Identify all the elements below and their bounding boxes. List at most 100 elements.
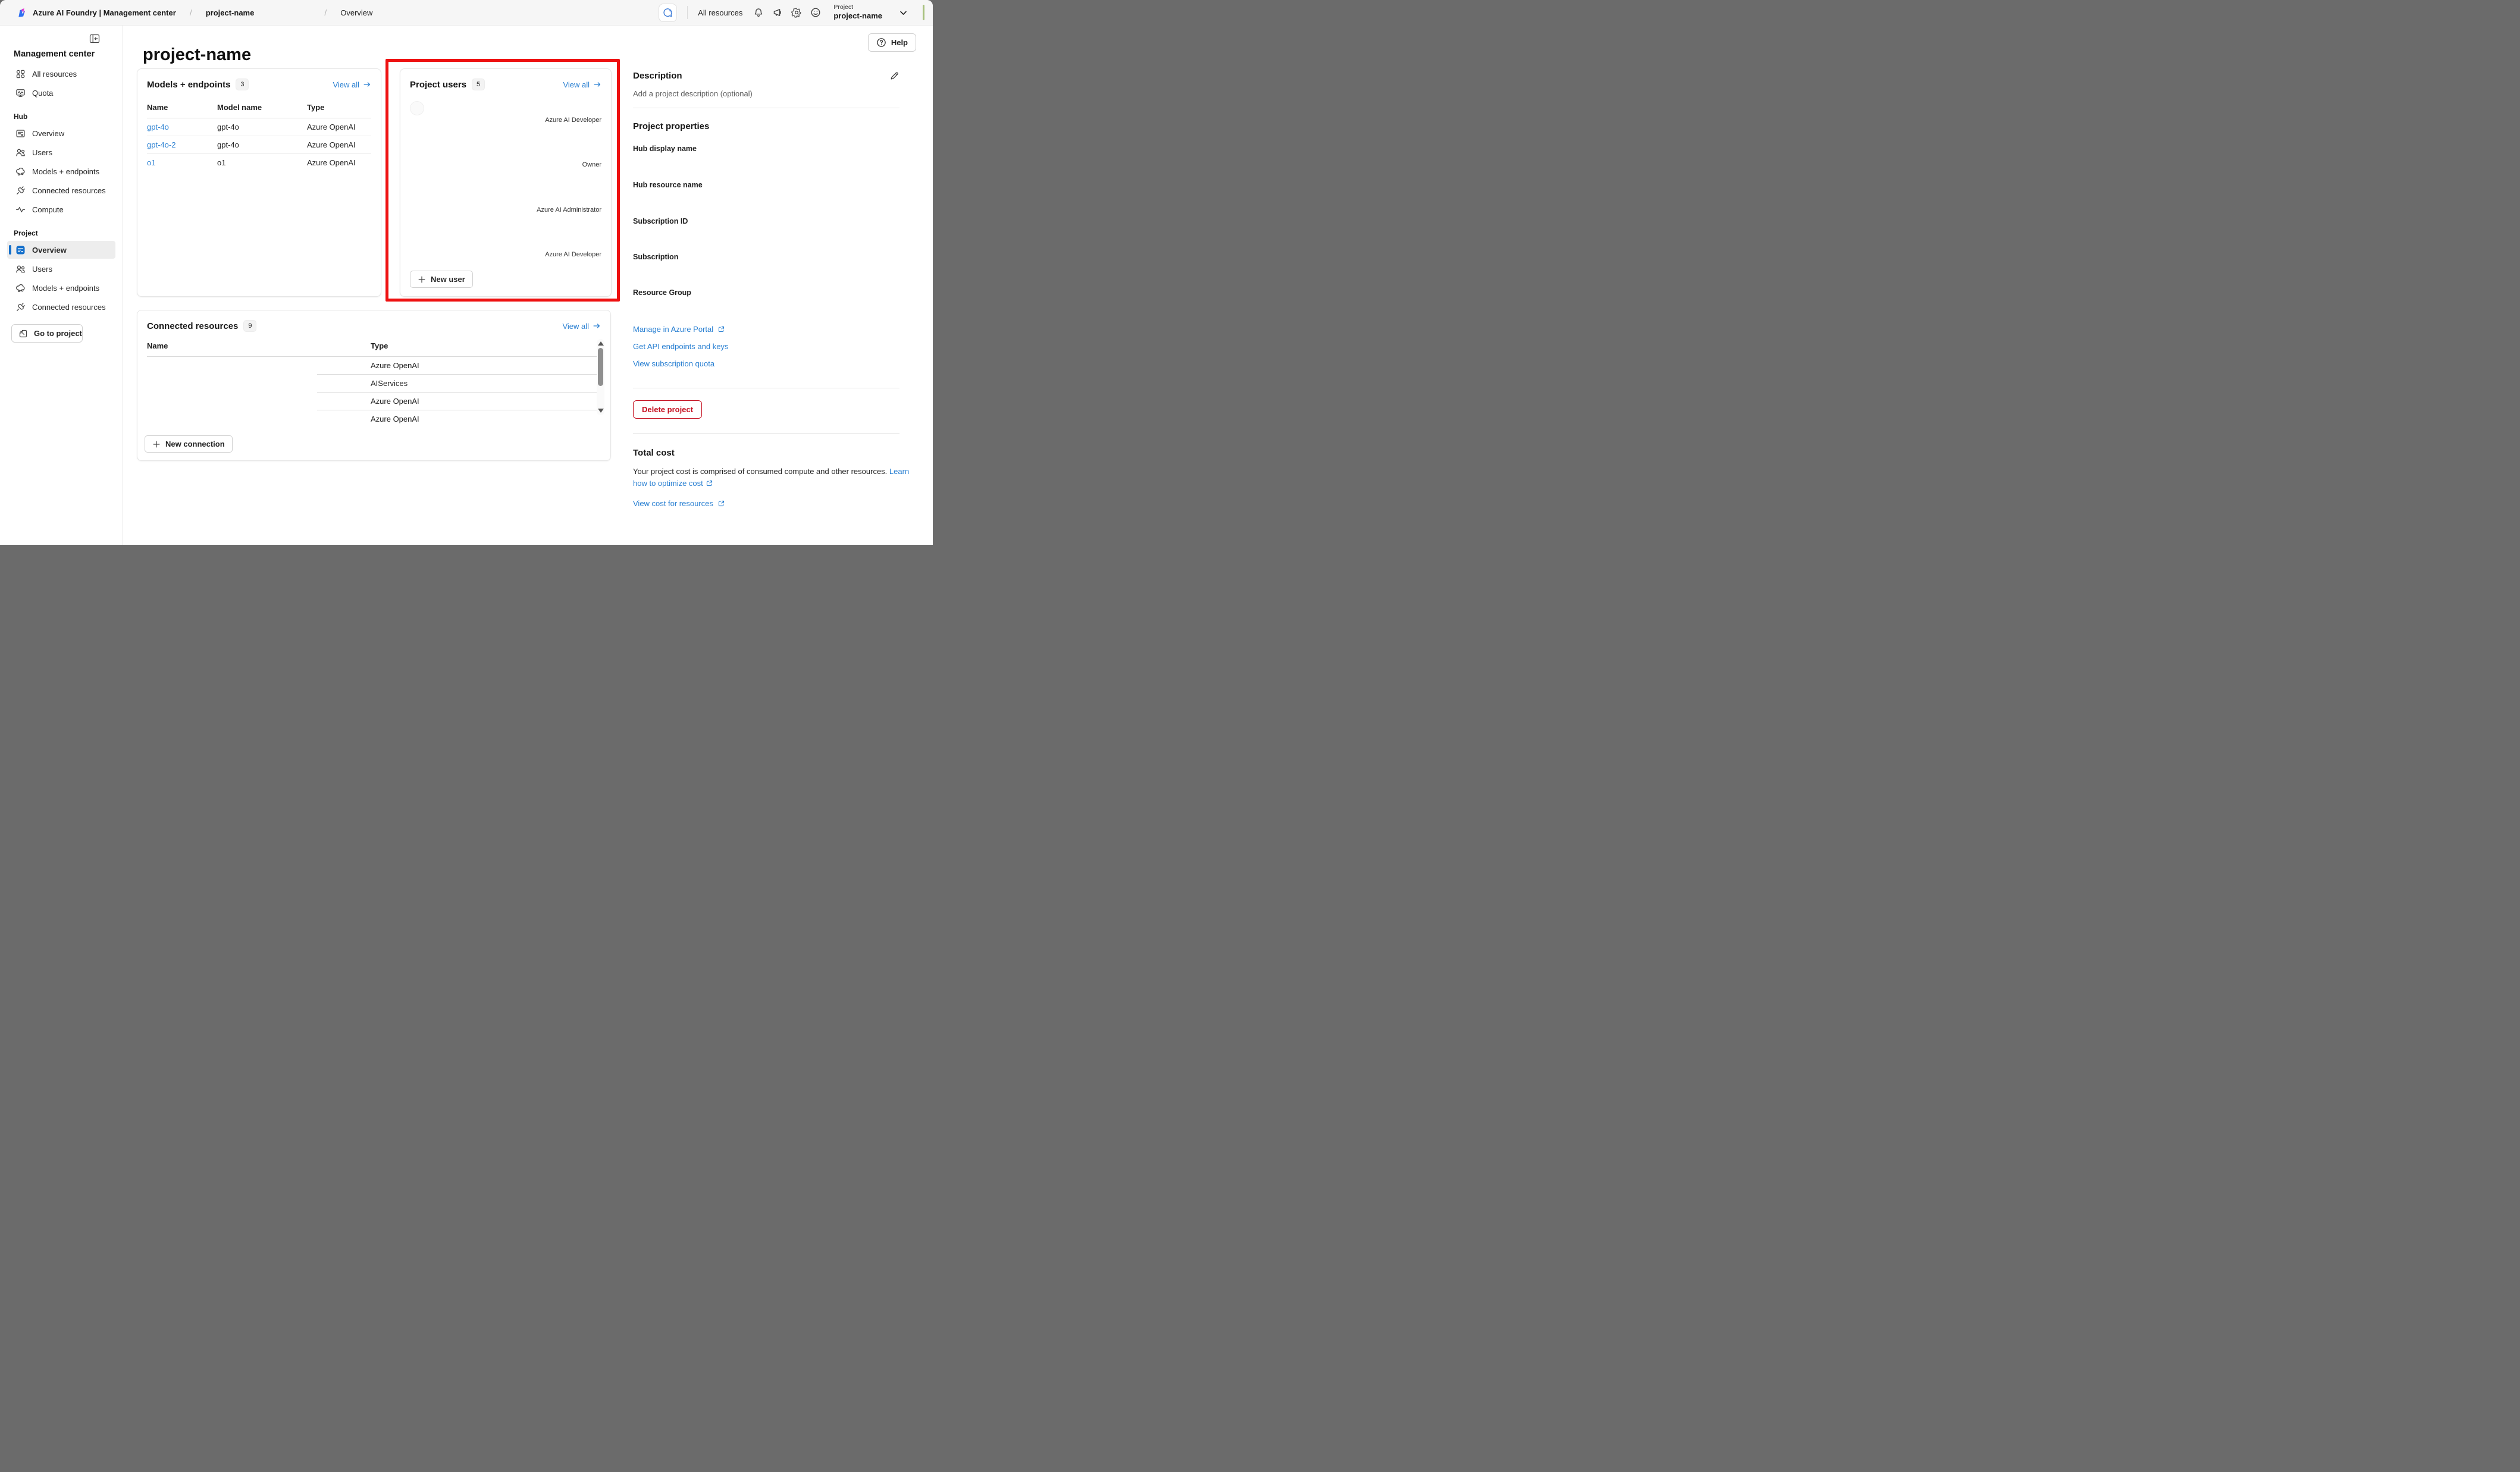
sidebar-item-project-overview[interactable]: Overview — [7, 241, 115, 259]
new-user-button[interactable]: New user — [410, 271, 473, 288]
sidebar-item-hub-compute[interactable]: Compute — [7, 200, 115, 218]
get-api-endpoints-link[interactable]: Get API endpoints and keys — [633, 342, 899, 351]
connections-card-title: Connected resources — [147, 321, 238, 331]
users-people-icon — [15, 147, 26, 158]
model-name-link[interactable]: o1 — [147, 158, 155, 167]
column-header: Type — [371, 341, 388, 350]
sidebar-item-project-users[interactable]: Users — [7, 260, 115, 278]
property-label: Hub display name — [633, 145, 899, 153]
manage-azure-portal-link[interactable]: Manage in Azure Portal — [633, 325, 899, 334]
models-view-all-link[interactable]: View all — [333, 80, 371, 89]
breadcrumb-project[interactable]: project-name — [206, 8, 255, 17]
sidebar-title: Management center — [0, 33, 123, 65]
arrow-right-icon — [593, 80, 601, 89]
user-role: Owner — [582, 161, 601, 168]
table-row: Azure OpenAI — [147, 393, 597, 410]
scrollbar-thumb[interactable] — [598, 348, 603, 386]
overview-card-icon-filled — [15, 245, 26, 255]
sidebar-item-label: Quota — [32, 89, 53, 98]
details-panel: Help Description Add a project descripti… — [633, 26, 916, 545]
column-header: Type — [307, 98, 371, 118]
edit-pencil-icon[interactable] — [889, 71, 899, 81]
view-cost-resources-link[interactable]: View cost for resources — [633, 499, 899, 508]
announcements-megaphone-icon[interactable] — [772, 7, 783, 18]
sidebar-item-project-connected[interactable]: Connected resources — [7, 298, 115, 316]
model-type-cell: Azure OpenAI — [307, 118, 371, 136]
feedback-smiley-icon[interactable] — [810, 7, 821, 18]
sidebar-item-label: Models + endpoints — [32, 167, 99, 176]
table-row: AIServices — [147, 375, 597, 392]
go-to-project-button[interactable]: Go to project — [11, 324, 83, 343]
go-to-project-label: Go to project — [34, 329, 82, 338]
project-users-card: Project users 5 View all Azure AI Develo… — [400, 68, 612, 297]
project-switcher-label: Project — [833, 4, 882, 11]
collapse-panel-icon[interactable] — [89, 34, 100, 43]
connections-count-badge: 9 — [243, 320, 256, 332]
connection-type-cell: AIServices — [371, 379, 408, 388]
connection-name-cell — [147, 415, 371, 423]
azure-ai-foundry-logo — [16, 7, 27, 18]
delete-project-label: Delete project — [642, 405, 693, 414]
link-label: Get API endpoints and keys — [633, 342, 728, 351]
column-header: Model name — [217, 98, 307, 118]
app-window: Azure AI Foundry | Management center / p… — [0, 0, 933, 545]
model-name-link[interactable]: gpt-4o — [147, 123, 169, 131]
plus-icon — [418, 275, 426, 284]
arrow-right-icon — [363, 80, 371, 89]
project-switcher[interactable]: Project project-name — [833, 4, 909, 21]
sidebar-item-label: Users — [32, 148, 52, 157]
all-resources-link[interactable]: All resources — [698, 8, 742, 17]
help-button[interactable]: Help — [868, 33, 916, 52]
new-connection-button[interactable]: New connection — [145, 435, 233, 453]
connections-view-all-link[interactable]: View all — [562, 322, 601, 331]
connection-name-cell — [147, 379, 371, 388]
help-label: Help — [891, 38, 908, 47]
scroll-up-arrow[interactable] — [598, 341, 604, 346]
settings-gear-icon[interactable] — [791, 7, 802, 18]
avatar[interactable] — [923, 5, 924, 20]
sidebar-item-all-resources[interactable]: All resources — [7, 65, 115, 83]
sidebar: Management center All resources Quota Hu… — [0, 26, 123, 545]
link-label: View subscription quota — [633, 359, 714, 368]
sidebar-item-hub-overview[interactable]: Overview — [7, 124, 115, 142]
model-type-cell: Azure OpenAI — [307, 136, 371, 154]
sidebar-item-label: All resources — [32, 70, 77, 79]
copilot-button[interactable] — [659, 4, 677, 22]
connection-name-cell — [147, 397, 371, 406]
app-title[interactable]: Azure AI Foundry | Management center — [33, 8, 176, 17]
table-scrollbar[interactable] — [597, 339, 604, 415]
view-all-label: View all — [562, 322, 589, 331]
help-question-icon — [876, 37, 886, 48]
breadcrumb: Azure AI Foundry | Management center / p… — [16, 7, 372, 18]
breadcrumb-page[interactable]: Overview — [340, 8, 372, 17]
sidebar-item-hub-models[interactable]: Models + endpoints — [7, 162, 115, 180]
notifications-bell-icon[interactable] — [753, 7, 764, 18]
models-cloud-icon — [15, 283, 26, 293]
sidebar-item-label: Overview — [32, 246, 67, 255]
table-row: gpt-4o-2 gpt-4o Azure OpenAI — [147, 136, 371, 154]
sidebar-item-project-models[interactable]: Models + endpoints — [7, 279, 115, 297]
view-subscription-quota-link[interactable]: View subscription quota — [633, 359, 899, 368]
new-connection-label: New connection — [165, 440, 225, 448]
scroll-down-arrow[interactable] — [598, 409, 604, 413]
connections-table: Name Type Azure OpenAI AIServices Azure … — [147, 338, 597, 428]
model-name-link[interactable]: gpt-4o-2 — [147, 140, 175, 149]
table-row: o1 o1 Azure OpenAI — [147, 154, 371, 172]
model-type-cell: Azure OpenAI — [307, 154, 371, 172]
total-cost-text: Your project cost is comprised of consum… — [633, 467, 887, 476]
property-label: Subscription — [633, 253, 899, 261]
connection-type-cell: Azure OpenAI — [371, 361, 419, 370]
topbar-actions: All resources — [659, 4, 924, 22]
connection-name-cell — [147, 361, 371, 370]
connected-resources-card: Connected resources 9 View all Name Type… — [137, 310, 611, 461]
model-model-cell: gpt-4o — [217, 136, 307, 154]
sidebar-item-hub-connected[interactable]: Connected resources — [7, 181, 115, 199]
chevron-down-icon[interactable] — [898, 7, 909, 18]
sidebar-item-hub-users[interactable]: Users — [7, 143, 115, 161]
delete-project-button[interactable]: Delete project — [633, 400, 702, 419]
models-count-badge: 3 — [236, 79, 249, 90]
models-table: Name Model name Type gpt-4o gpt-4o Azure… — [147, 98, 371, 171]
users-view-all-link[interactable]: View all — [563, 80, 601, 89]
sidebar-item-quota[interactable]: Quota — [7, 84, 115, 102]
top-bar: Azure AI Foundry | Management center / p… — [0, 0, 933, 26]
